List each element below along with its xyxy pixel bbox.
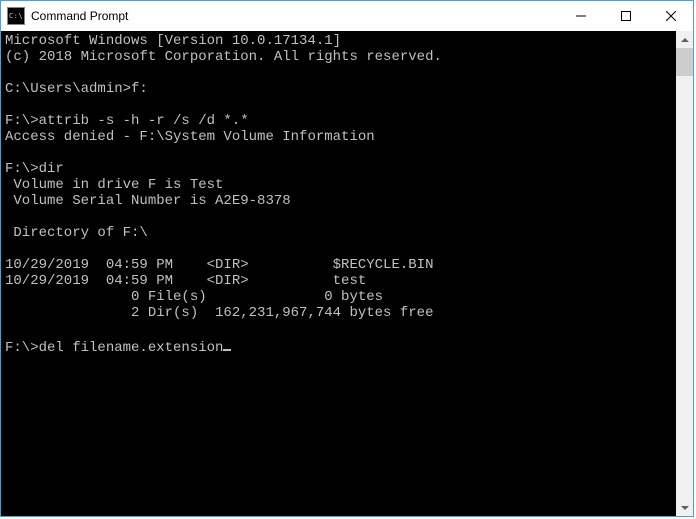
scroll-up-button[interactable] <box>676 31 693 48</box>
client-area: Microsoft Windows [Version 10.0.17134.1]… <box>1 31 693 516</box>
console-line: 10/29/2019 04:59 PM <DIR> $RECYCLE.BIN <box>5 257 672 273</box>
console-line: Access denied - F:\System Volume Informa… <box>5 129 672 145</box>
prompt: F:\> <box>5 340 39 356</box>
console-prompt-line[interactable]: F:\>del filename.extension <box>5 337 672 356</box>
console-line <box>5 65 672 81</box>
console-line <box>5 321 672 337</box>
vertical-scrollbar[interactable] <box>676 31 693 516</box>
command-prompt-window: C:\ Command Prompt Microsoft Windows [Ve… <box>0 0 694 517</box>
console-line: (c) 2018 Microsoft Corporation. All righ… <box>5 49 672 65</box>
console-line: Directory of F:\ <box>5 225 672 241</box>
cursor <box>223 337 231 351</box>
console-line: F:\>dir <box>5 161 672 177</box>
console-line: C:\Users\admin>f: <box>5 81 672 97</box>
console-line <box>5 209 672 225</box>
scroll-down-button[interactable] <box>676 499 693 516</box>
maximize-button[interactable] <box>603 1 648 31</box>
app-icon: C:\ <box>7 7 25 25</box>
current-input[interactable]: del filename.extension <box>39 340 224 356</box>
titlebar[interactable]: C:\ Command Prompt <box>1 1 693 31</box>
console-output[interactable]: Microsoft Windows [Version 10.0.17134.1]… <box>1 31 676 516</box>
console-line: Microsoft Windows [Version 10.0.17134.1] <box>5 33 672 49</box>
console-line: Volume in drive F is Test <box>5 177 672 193</box>
window-title: Command Prompt <box>31 9 128 23</box>
console-line <box>5 241 672 257</box>
window-controls <box>558 1 693 31</box>
console-line: 2 Dir(s) 162,231,967,744 bytes free <box>5 305 672 321</box>
console-line: 10/29/2019 04:59 PM <DIR> test <box>5 273 672 289</box>
console-line: Volume Serial Number is A2E9-8378 <box>5 193 672 209</box>
scroll-thumb[interactable] <box>676 48 693 76</box>
minimize-button[interactable] <box>558 1 603 31</box>
close-button[interactable] <box>648 1 693 31</box>
console-line <box>5 145 672 161</box>
console-line: F:\>attrib -s -h -r /s /d *.* <box>5 113 672 129</box>
console-line <box>5 97 672 113</box>
console-line: 0 File(s) 0 bytes <box>5 289 672 305</box>
